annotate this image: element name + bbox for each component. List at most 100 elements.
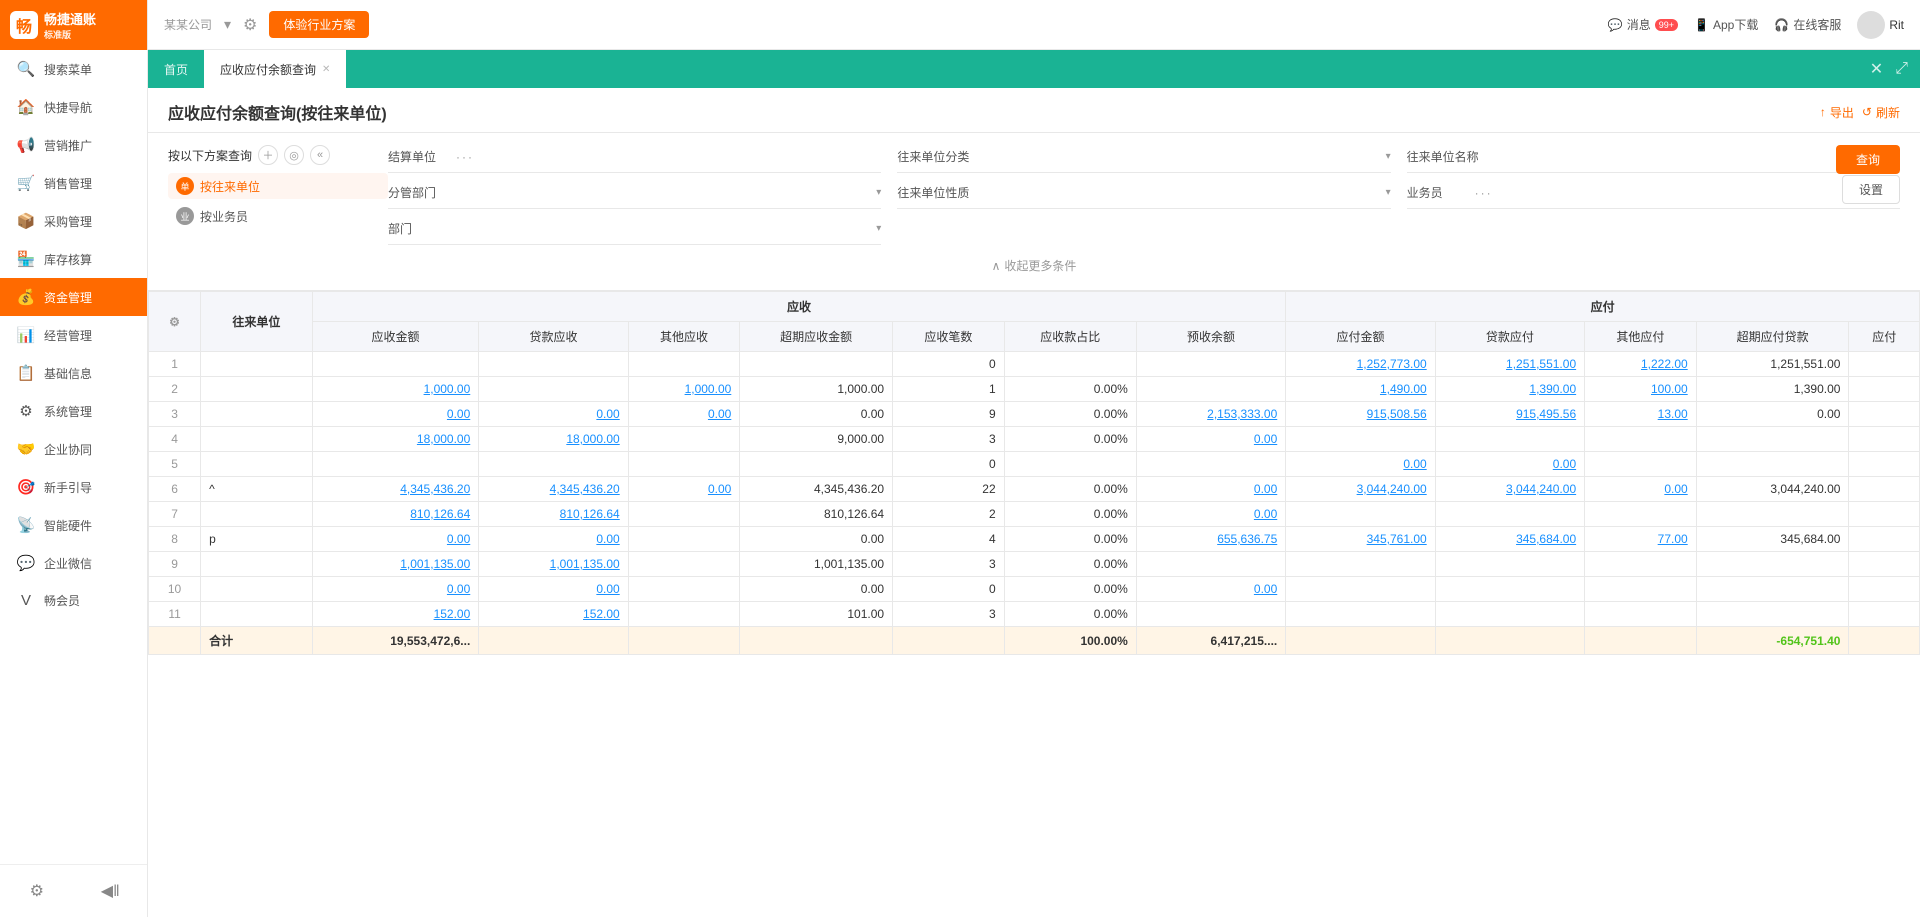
row-ar-loan[interactable]: 1,001,135.00: [479, 552, 628, 577]
sidebar-item-sales[interactable]: 🛒 销售管理: [0, 164, 147, 202]
scheme-settings-btn[interactable]: ◎: [284, 145, 304, 165]
row-ar-other[interactable]: [628, 552, 740, 577]
row-ar-amount[interactable]: 0.00: [312, 577, 479, 602]
row-ap-amount[interactable]: 0.00: [1286, 452, 1435, 477]
row-ar-amount[interactable]: 1,001,135.00: [312, 552, 479, 577]
sidebar-item-operation[interactable]: 📊 经营管理: [0, 316, 147, 354]
row-ap-loan[interactable]: [1435, 602, 1584, 627]
sidebar-item-hardware[interactable]: 📡 智能硬件: [0, 506, 147, 544]
row-ar-other[interactable]: 0.00: [628, 402, 740, 427]
sidebar-item-basic[interactable]: 📋 基础信息: [0, 354, 147, 392]
row-ar-loan[interactable]: 0.00: [479, 402, 628, 427]
tab-close-all-icon[interactable]: ✕: [1870, 59, 1883, 79]
sidebar-collapse-btn[interactable]: ◀‖: [92, 873, 128, 909]
sidebar-item-system[interactable]: ⚙ 系统管理: [0, 392, 147, 430]
row-ar-loan[interactable]: 810,126.64: [479, 502, 628, 527]
tab-ar-ap[interactable]: 应收应付余额查询 ✕: [204, 50, 346, 88]
dept-input[interactable]: [456, 222, 868, 236]
row-ap-loan[interactable]: 3,044,240.00: [1435, 477, 1584, 502]
row-ar-loan[interactable]: [479, 377, 628, 402]
row-ar-amount[interactable]: 1,000.00: [312, 377, 479, 402]
user-menu[interactable]: Rit: [1857, 11, 1904, 39]
row-ap-other[interactable]: [1585, 602, 1697, 627]
row-ap-amount[interactable]: [1286, 552, 1435, 577]
row-ar-prepay[interactable]: 655,636.75: [1136, 527, 1285, 552]
row-ap-loan[interactable]: [1435, 502, 1584, 527]
row-ar-other[interactable]: [628, 502, 740, 527]
row-ar-loan[interactable]: [479, 352, 628, 377]
row-ap-amount[interactable]: [1286, 577, 1435, 602]
sidebar-item-quicknav[interactable]: 🏠 快捷导航: [0, 88, 147, 126]
partner-nature-arrow[interactable]: ▾: [1386, 187, 1391, 198]
row-ar-loan[interactable]: 18,000.00: [479, 427, 628, 452]
row-ar-prepay[interactable]: 0.00: [1136, 477, 1285, 502]
row-ap-other[interactable]: [1585, 552, 1697, 577]
refresh-button[interactable]: ↺ 刷新: [1862, 104, 1900, 121]
row-ap-loan[interactable]: [1435, 577, 1584, 602]
row-ar-other[interactable]: [628, 602, 740, 627]
sidebar-settings-btn[interactable]: ⚙: [19, 873, 55, 909]
row-ar-amount[interactable]: 810,126.64: [312, 502, 479, 527]
row-ap-other[interactable]: 77.00: [1585, 527, 1697, 552]
table-gear-header[interactable]: ⚙: [149, 292, 201, 352]
row-ar-prepay[interactable]: 0.00: [1136, 577, 1285, 602]
export-button[interactable]: ↑ 导出: [1820, 104, 1854, 121]
row-ar-other[interactable]: [628, 352, 740, 377]
row-ar-loan[interactable]: [479, 452, 628, 477]
tab-expand-icon[interactable]: ⤢: [1895, 60, 1908, 78]
solution-button[interactable]: 体验行业方案: [269, 11, 369, 38]
row-ar-amount[interactable]: 0.00: [312, 527, 479, 552]
table-container[interactable]: ⚙ 往来单位 应收 应付 应收金额 贷款应收 其他应收 超期应收金额 应收笔数 …: [148, 291, 1920, 917]
sidebar-item-guide[interactable]: 🎯 新手引导: [0, 468, 147, 506]
partner-nature-input[interactable]: [977, 186, 1377, 200]
dept-manage-arrow[interactable]: ▾: [876, 187, 881, 198]
row-ap-other[interactable]: [1585, 502, 1697, 527]
sidebar-item-cooperation[interactable]: 🤝 企业协同: [0, 430, 147, 468]
sidebar-item-purchase[interactable]: 📦 采购管理: [0, 202, 147, 240]
tab-close-icon[interactable]: ✕: [322, 64, 330, 75]
row-ap-other[interactable]: 0.00: [1585, 477, 1697, 502]
row-ar-loan[interactable]: 152.00: [479, 602, 628, 627]
row-ap-amount[interactable]: 3,044,240.00: [1286, 477, 1435, 502]
row-ap-loan[interactable]: 345,684.00: [1435, 527, 1584, 552]
row-ap-amount[interactable]: [1286, 602, 1435, 627]
row-ap-amount[interactable]: [1286, 502, 1435, 527]
row-ar-amount[interactable]: 18,000.00: [312, 427, 479, 452]
dept-manage-input[interactable]: [456, 186, 868, 200]
row-ar-amount[interactable]: 0.00: [312, 402, 479, 427]
row-ap-loan[interactable]: 0.00: [1435, 452, 1584, 477]
row-ar-loan[interactable]: 0.00: [479, 577, 628, 602]
row-ar-other[interactable]: [628, 577, 740, 602]
row-ap-loan[interactable]: 1,251,551.00: [1435, 352, 1584, 377]
row-ap-amount[interactable]: 915,508.56: [1286, 402, 1435, 427]
header-gear-icon[interactable]: ⚙: [243, 15, 257, 35]
sidebar-item-wechat[interactable]: 💬 企业微信: [0, 544, 147, 582]
row-ar-amount[interactable]: 4,345,436.20: [312, 477, 479, 502]
row-ap-amount[interactable]: 1,490.00: [1286, 377, 1435, 402]
row-ap-amount[interactable]: 345,761.00: [1286, 527, 1435, 552]
row-ap-other[interactable]: 13.00: [1585, 402, 1697, 427]
row-ar-loan[interactable]: 0.00: [479, 527, 628, 552]
row-ap-other[interactable]: [1585, 577, 1697, 602]
scheme-by-unit[interactable]: 单 按往来单位: [168, 173, 388, 199]
sidebar-item-marketing[interactable]: 📢 营销推广: [0, 126, 147, 164]
row-ar-prepay[interactable]: 2,153,333.00: [1136, 402, 1285, 427]
sidebar-item-search[interactable]: 🔍 搜索菜单: [0, 50, 147, 88]
app-download-button[interactable]: 📱 App下载: [1694, 16, 1758, 33]
row-ar-other[interactable]: [628, 527, 740, 552]
scheme-add-btn[interactable]: ＋: [258, 145, 278, 165]
scheme-by-staff[interactable]: 业 按业务员: [168, 203, 388, 229]
row-ar-amount[interactable]: [312, 352, 479, 377]
row-ap-loan[interactable]: [1435, 552, 1584, 577]
row-ap-loan[interactable]: [1435, 427, 1584, 452]
row-ar-amount[interactable]: 152.00: [312, 602, 479, 627]
row-ap-other[interactable]: 1,222.00: [1585, 352, 1697, 377]
settlement-unit-dots[interactable]: ···: [456, 150, 474, 164]
row-ar-other[interactable]: 0.00: [628, 477, 740, 502]
scheme-collapse-btn[interactable]: «: [310, 145, 330, 165]
nav-dropdown-arrow[interactable]: ▾: [224, 16, 231, 33]
query-button[interactable]: 查询: [1836, 145, 1900, 174]
row-ap-amount[interactable]: [1286, 427, 1435, 452]
row-ap-other[interactable]: [1585, 452, 1697, 477]
tab-home[interactable]: 首页: [148, 50, 204, 88]
